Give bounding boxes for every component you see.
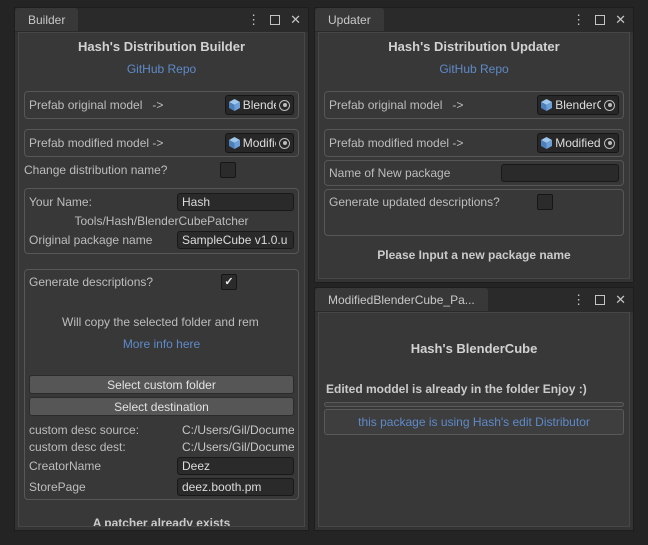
store-page-input[interactable]: deez.booth.pm [177,477,294,496]
new-package-input[interactable] [501,164,619,182]
prefab-original-object-field[interactable]: BlenderCubePrefa [537,95,619,115]
your-name-input[interactable]: Hash [177,193,294,211]
prefab-cube-icon [228,137,240,149]
updater-tabbar: Updater ⋮ ✕ [315,8,633,32]
prefab-modified-value: ModifiedBlenderCu [555,136,601,150]
builder-tabbar: Builder ⋮ ✕ [15,8,308,32]
menu-path-label: Tools/Hash/BlenderCubePatcher [74,214,249,228]
package-content: Hash's BlenderCube Edited moddel is alre… [318,312,630,527]
new-package-label: Name of New package [329,166,451,180]
prefab-original-value: BlenderCubePrefa [555,98,601,112]
creator-name-input[interactable]: Deez [177,456,294,475]
object-picker-icon[interactable] [279,137,290,149]
original-package-label: Original package name [29,233,153,247]
tab-package[interactable]: ModifiedBlenderCube_Pa... [315,288,488,311]
close-icon[interactable]: ✕ [290,13,301,26]
generate-updated-desc-checkbox[interactable] [537,194,553,210]
maximize-icon[interactable] [595,294,606,305]
prefab-original-object-field[interactable]: BlenderCube [224,95,294,115]
prefab-modified-object-field[interactable]: ModifiedBlenderCu [537,133,619,153]
package-title: Hash's BlenderCube [410,341,538,356]
updater-window-controls: ⋮ ✕ [572,8,626,31]
builder-content: Hash's Distribution Builder GitHub Repo … [18,32,305,527]
builder-window: Builder ⋮ ✕ Hash's Distribution Builder … [14,7,309,531]
prefab-modified-label: Prefab modified model -> [29,136,164,150]
builder-prefab-original-group: Prefab original model -> BlenderCube [24,91,299,119]
select-destination-button[interactable]: Select destination [29,397,294,416]
updater-window: Updater ⋮ ✕ Hash's Distribution Updater … [314,7,634,283]
object-picker-icon[interactable] [279,99,290,111]
builder-status-text: A patcher already exists [92,516,231,527]
prefab-cube-icon [228,99,240,111]
updater-prefab-modified-group: Prefab modified model -> ModifiedBlender… [324,129,624,157]
change-name-label: Change distribution name? [24,163,168,177]
tab-updater[interactable]: Updater [315,8,384,31]
maximize-icon[interactable] [595,14,606,25]
desc-source-label: custom desc source: [29,422,140,437]
change-name-row: Change distribution name? [24,161,299,179]
builder-prefab-modified-group: Prefab modified model -> ModifiedBlen [24,129,299,157]
kebab-menu-icon[interactable]: ⋮ [247,13,260,26]
prefab-cube-icon [541,137,553,149]
package-tabbar: ModifiedBlenderCube_Pa... ⋮ ✕ [315,288,633,312]
tab-builder-label: Builder [28,12,66,27]
close-icon[interactable]: ✕ [615,293,626,306]
generate-desc-label: Generate descriptions? [29,275,154,289]
updater-new-package-group: Name of New package [324,160,624,186]
builder-name-group: Your Name: Hash Tools/Hash/BlenderCubePa… [24,188,299,254]
copy-info-text: Will copy the selected folder and rem [62,315,259,329]
tab-package-label: ModifiedBlenderCube_Pa... [328,292,475,307]
package-window-controls: ⋮ ✕ [572,288,626,311]
desc-dest-value: C:/Users/Gil/Docume [182,439,294,454]
generate-updated-desc-label: Generate updated descriptions? [329,195,500,209]
updater-descriptions-group: Generate updated descriptions? [324,189,624,236]
updater-title: Hash's Distribution Updater [388,39,560,54]
updater-github-link[interactable]: GitHub Repo [324,62,624,76]
prefab-modified-object-field[interactable]: ModifiedBlen [224,133,294,153]
prefab-original-value: BlenderCube [242,98,276,112]
package-message: Edited moddel is already in the folder E… [326,382,587,396]
tab-builder[interactable]: Builder [15,8,79,31]
prefab-original-label: Prefab original model -> [329,98,464,112]
updater-status-text: Please Input a new package name [377,248,571,262]
prefab-modified-label: Prefab modified model -> [329,136,464,150]
object-picker-icon[interactable] [604,137,615,149]
updater-prefab-original-group: Prefab original model -> BlenderCubePref… [324,91,624,119]
desc-source-value: C:/Users/Gil/Docume [182,422,294,437]
kebab-menu-icon[interactable]: ⋮ [572,293,585,306]
close-icon[interactable]: ✕ [615,13,626,26]
object-picker-icon[interactable] [604,99,615,111]
more-info-link[interactable]: More info here [29,337,294,351]
prefab-cube-icon [541,99,553,111]
package-window: ModifiedBlenderCube_Pa... ⋮ ✕ Hash's Ble… [314,287,634,531]
select-custom-folder-button[interactable]: Select custom folder [29,375,294,394]
desc-dest-row: custom desc dest: C:/Users/Gil/Docume [29,439,294,454]
builder-title: Hash's Distribution Builder [77,39,246,54]
package-divider-bar [324,402,624,407]
desc-dest-label: custom desc dest: [29,439,126,454]
builder-github-link[interactable]: GitHub Repo [24,62,299,76]
your-name-label: Your Name: [29,195,92,209]
original-package-input[interactable]: SampleCube v1.0.u [177,231,294,249]
store-page-label: StorePage [29,479,86,494]
generate-desc-checkbox[interactable]: ✓ [221,274,237,290]
package-distributor-link-button[interactable]: this package is using Hash's edit Distri… [324,409,624,435]
kebab-menu-icon[interactable]: ⋮ [572,13,585,26]
change-name-checkbox[interactable] [220,162,236,178]
builder-descriptions-group: Generate descriptions? ✓ Will copy the s… [24,269,299,500]
creator-name-label: CreatorName [29,458,102,473]
desc-source-row: custom desc source: C:/Users/Gil/Docume [29,422,294,437]
prefab-original-label: Prefab original model -> [29,98,164,112]
prefab-modified-value: ModifiedBlen [242,136,276,150]
updater-content: Hash's Distribution Updater GitHub Repo … [318,32,630,279]
builder-window-controls: ⋮ ✕ [247,8,301,31]
maximize-icon[interactable] [270,14,281,25]
tab-updater-label: Updater [328,12,371,27]
